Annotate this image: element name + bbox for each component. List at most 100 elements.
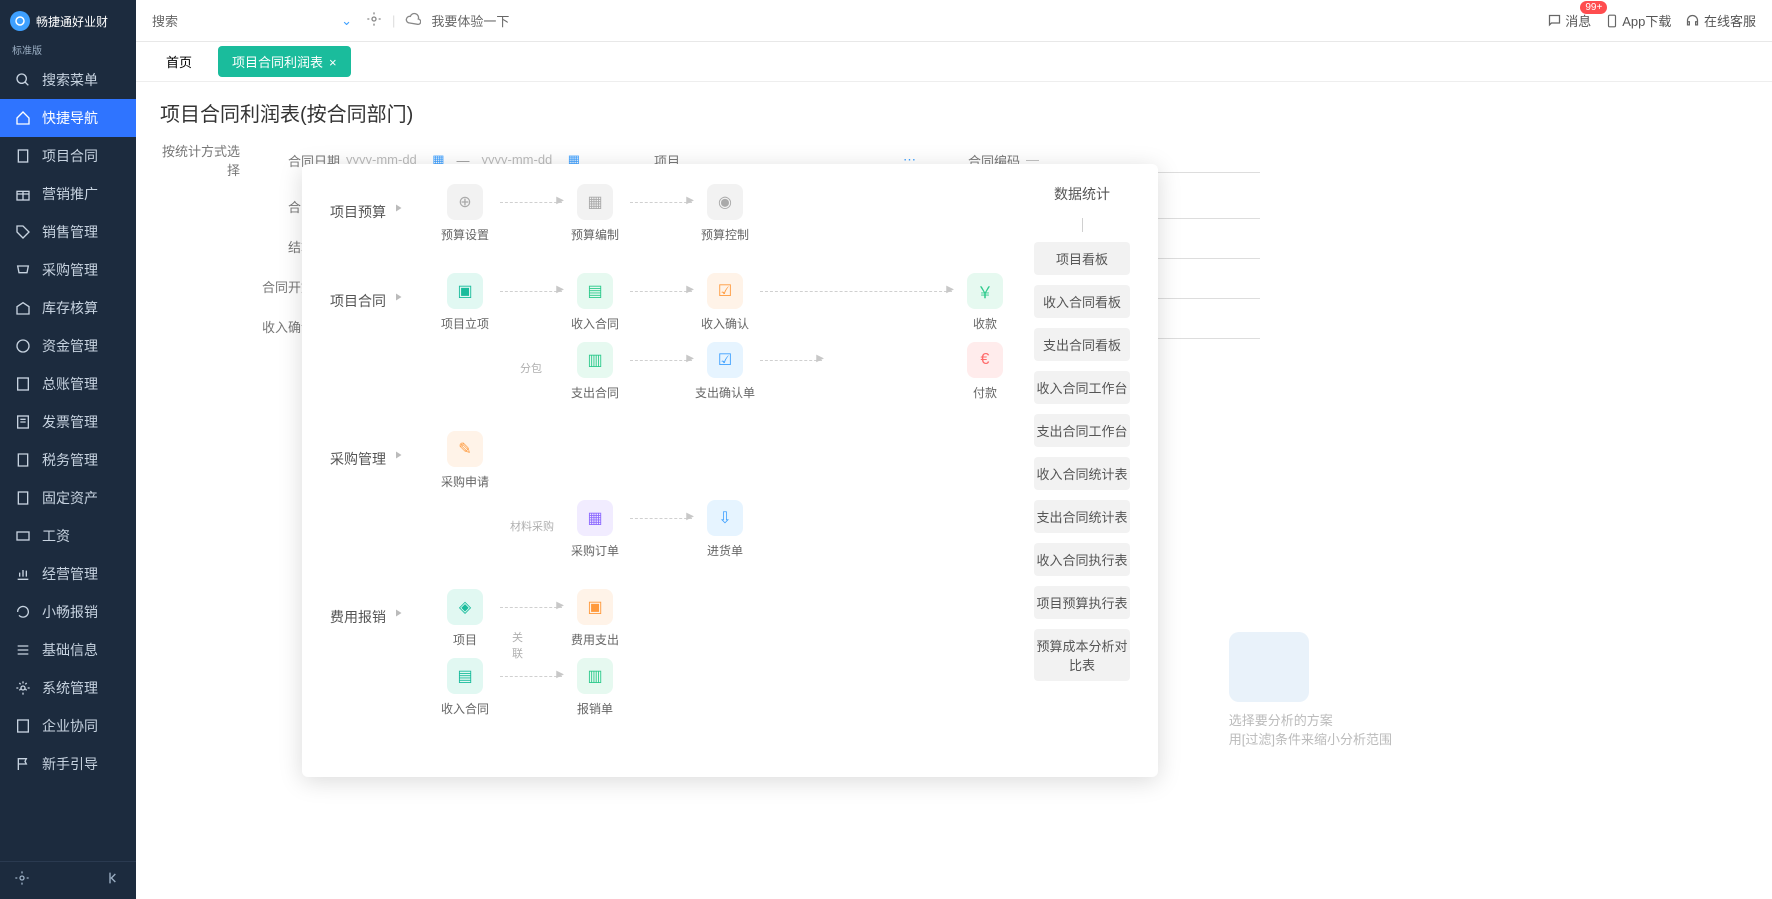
btn-cost-compare[interactable]: 预算成本分析对比表 [1034,629,1130,681]
sidebar-label: 搜索菜单 [42,70,98,90]
bill-icon: ▥ [577,658,613,694]
sidebar-label: 项目合同 [42,146,98,166]
sidebar-label: 资金管理 [42,336,98,356]
btn-income-board[interactable]: 收入合同看板 [1034,285,1130,318]
sidebar-label: 发票管理 [42,412,98,432]
node-budget-setup[interactable]: ⊕预算设置 [430,184,500,243]
warehouse-icon [14,299,32,317]
node-project-init[interactable]: ▣项目立项 [430,273,500,332]
try-link[interactable]: 我要体验一下 [431,11,509,30]
order-icon: ▦ [577,500,613,536]
req-icon: ✎ [447,431,483,467]
node-stock-in[interactable]: ⇩进货单 [690,500,760,559]
node-purchase-req[interactable]: ✎采购申请 [430,431,500,490]
btn-income-workbench[interactable]: 收入合同工作台 [1034,371,1130,404]
doc-icon [14,147,32,165]
logo: 畅捷通好业财 [0,0,136,42]
sidebar-label: 经营管理 [42,564,98,584]
tabbar: 首页 项目合同利润表× [136,42,1772,82]
btn-income-stats[interactable]: 收入合同统计表 [1034,457,1130,490]
sidebar-item-project[interactable]: 项目合同 [0,137,136,175]
sidebar-item-search[interactable]: 搜索菜单 [0,61,136,99]
file-icon: ▤ [577,273,613,309]
btn-expense-board[interactable]: 支出合同看板 [1034,328,1130,361]
flag-icon: ▣ [447,273,483,309]
section-expense: 费用报销 [330,589,430,727]
sidebar-item-inventory[interactable]: 库存核算 [0,289,136,327]
check-icon: ☑ [707,273,743,309]
sidebar: 畅捷通好业财 标准版 搜索菜单 快捷导航 项目合同 营销推广 销售管理 采购管理… [0,0,136,899]
rel-label: 关 联 [512,629,523,661]
sidebar-item-ledger[interactable]: 总账管理 [0,365,136,403]
file-icon: ▤ [447,658,483,694]
node-budget-ctrl[interactable]: ◉预算控制 [690,184,760,243]
proj-icon: ◈ [447,589,483,625]
collapse-icon[interactable] [106,870,122,891]
sidebar-label: 税务管理 [42,450,98,470]
node-budget-make[interactable]: ▦预算编制 [560,184,630,243]
sidebar-item-quicknav[interactable]: 快捷导航 [0,99,136,137]
wallet-icon [14,527,32,545]
node-expense-contract[interactable]: ▥支出合同 [560,342,630,401]
settings-icon[interactable] [14,870,30,891]
tab-active[interactable]: 项目合同利润表× [218,46,351,77]
node-label: 费用支出 [571,631,619,648]
section-contract: 项目合同 [330,273,430,411]
node-proj[interactable]: ◈项目 [430,589,500,648]
node-reimburse[interactable]: ▥报销单 [560,658,630,717]
brand-edition: 标准版 [0,42,136,61]
sidebar-item-invoice[interactable]: 发票管理 [0,403,136,441]
sidebar-item-basic[interactable]: 基础信息 [0,631,136,669]
section-title: 费用报销 [330,607,386,627]
node-expense-confirm[interactable]: ☑支出确认单 [690,342,760,401]
sidebar-label: 企业协同 [42,716,98,736]
node-receipt[interactable]: ￥收款 [950,273,1020,332]
stats-heading: 数据统计 [1034,184,1130,204]
sidebar-item-guide[interactable]: 新手引导 [0,745,136,783]
node-payment[interactable]: €付款 [950,342,1020,401]
close-icon[interactable]: × [329,55,337,70]
sidebar-label: 工资 [42,526,70,546]
sidebar-item-salary[interactable]: 工资 [0,517,136,555]
settings-gear-icon[interactable] [366,11,382,30]
sidebar-item-system[interactable]: 系统管理 [0,669,136,707]
page-title: 项目合同利润表(按合同部门) [160,98,1748,127]
btn-expense-workbench[interactable]: 支出合同工作台 [1034,414,1130,447]
section-budget: 项目预算 [330,184,430,253]
sidebar-item-purchase[interactable]: 采购管理 [0,251,136,289]
sidebar-item-tax[interactable]: 税务管理 [0,441,136,479]
chart-icon [14,565,32,583]
sidebar-item-marketing[interactable]: 营销推广 [0,175,136,213]
messages-button[interactable]: 消息 [1547,11,1592,30]
btn-expense-stats[interactable]: 支出合同统计表 [1034,500,1130,533]
sidebar-item-funds[interactable]: 资金管理 [0,327,136,365]
doc-icon: ▦ [577,184,613,220]
btn-income-exec[interactable]: 收入合同执行表 [1034,543,1130,576]
sidebar-label: 销售管理 [42,222,98,242]
node-expense[interactable]: ▣ 费用支出 [560,589,630,648]
sidebar-item-biz[interactable]: 经营管理 [0,555,136,593]
node-income-contract[interactable]: ▤收入合同 [560,273,630,332]
sidebar-item-sales[interactable]: 销售管理 [0,213,136,251]
global-search[interactable]: 搜索 ⌄ [152,11,352,30]
sidebar-label: 小畅报销 [42,602,98,622]
tab-home[interactable]: 首页 [152,46,206,77]
expense-icon: ▣ [577,589,613,625]
app-download-button[interactable]: App下载 [1605,11,1671,30]
node-label: 付款 [973,384,997,401]
inbox-icon: ⇩ [707,500,743,536]
node-income-contract2[interactable]: ▤收入合同 [430,658,500,717]
node-income-confirm[interactable]: ☑ 收入确认 [690,273,760,332]
online-service-button[interactable]: 在线客服 [1685,11,1756,30]
node-label: 收入确认 [701,315,749,332]
node-purchase-order[interactable]: ▦采购订单 [560,500,630,559]
sidebar-footer [0,861,136,899]
sidebar-item-reimburse[interactable]: 小畅报销 [0,593,136,631]
robot-illustration [1229,632,1309,702]
btn-project-board[interactable]: 项目看板 [1034,242,1130,275]
btn-budget-exec[interactable]: 项目预算执行表 [1034,586,1130,619]
check-icon: ☑ [707,342,743,378]
sidebar-item-collab[interactable]: 企业协同 [0,707,136,745]
sidebar-item-assets[interactable]: 固定资产 [0,479,136,517]
shield-icon: ◉ [707,184,743,220]
